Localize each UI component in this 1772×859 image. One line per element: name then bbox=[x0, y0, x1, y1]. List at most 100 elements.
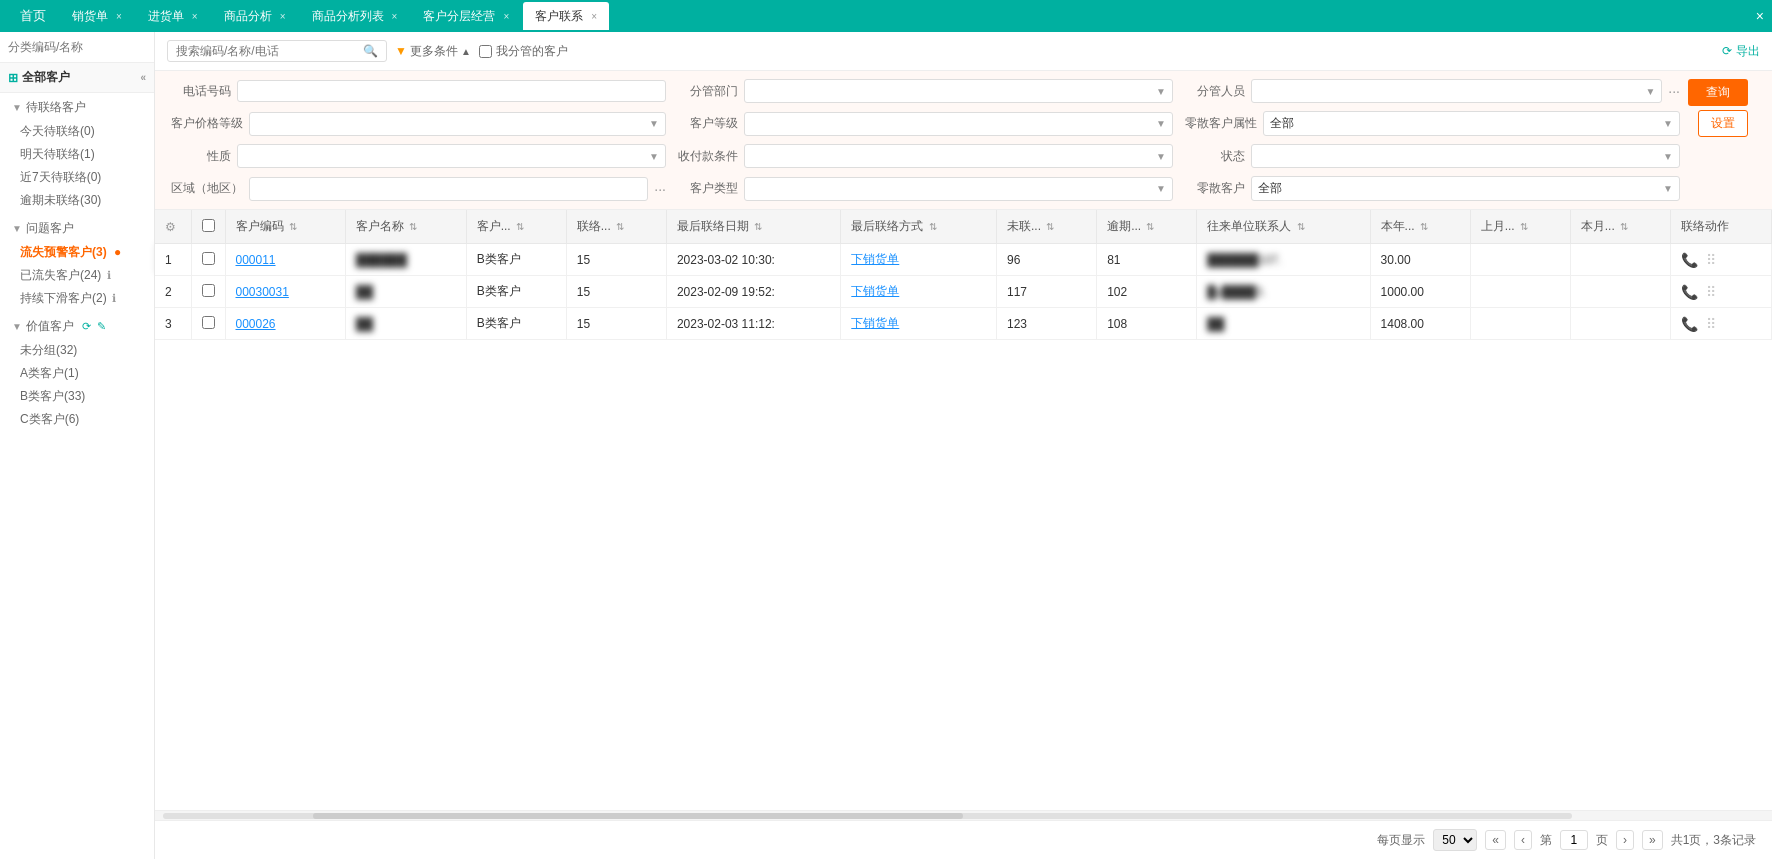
col-settings[interactable]: ⚙ bbox=[155, 210, 191, 244]
dept-select[interactable]: ▼ bbox=[744, 79, 1173, 103]
row3-more-icon[interactable]: ⠿ bbox=[1706, 316, 1716, 332]
value-edit-icon[interactable]: ✎ bbox=[97, 320, 106, 333]
status-select[interactable]: ▼ bbox=[1251, 144, 1680, 168]
sidebar-item-today[interactable]: 今天待联络(0) bbox=[0, 120, 154, 143]
row1-code[interactable]: 000011 bbox=[225, 244, 346, 276]
lost-info-icon: ℹ bbox=[107, 269, 111, 281]
customer-level-select[interactable]: ▼ bbox=[744, 112, 1173, 136]
sidebar-item-c-class[interactable]: C类客户(6) bbox=[0, 408, 154, 431]
current-page-input[interactable] bbox=[1560, 830, 1588, 850]
first-page-btn[interactable]: « bbox=[1485, 830, 1506, 850]
search-input[interactable] bbox=[176, 44, 359, 58]
row3-last-contact-method[interactable]: 下销货单 bbox=[841, 308, 997, 340]
close-all-tabs[interactable]: × bbox=[1756, 8, 1764, 24]
sidebar-group-value-title[interactable]: ▼ 价值客户 ⟳ ✎ bbox=[0, 314, 154, 339]
sidebar-search-input[interactable] bbox=[8, 40, 155, 54]
sidebar-item-ungrouped[interactable]: 未分组(32) bbox=[0, 339, 154, 362]
nav-tab-product-analysis-list[interactable]: 商品分析列表 × bbox=[300, 2, 410, 30]
sidebar-item-lost[interactable]: 已流失客户(24) ℹ bbox=[0, 264, 154, 287]
customer-type-select[interactable]: ▼ bbox=[744, 177, 1173, 201]
sidebar-item-overdue[interactable]: 逾期未联络(30) bbox=[0, 189, 154, 212]
row2-last-contact-method[interactable]: 下销货单 bbox=[841, 276, 997, 308]
select-all-checkbox[interactable] bbox=[202, 219, 215, 232]
per-page-select[interactable]: 50 bbox=[1433, 829, 1477, 851]
payment-select[interactable]: ▼ bbox=[744, 144, 1173, 168]
setting-button[interactable]: 设置 bbox=[1698, 110, 1748, 137]
retail-attr-select[interactable]: 全部 ▼ bbox=[1263, 111, 1680, 136]
phone-input[interactable] bbox=[237, 80, 666, 102]
col-contact-person-header[interactable]: 往来单位联系人 ⇅ bbox=[1197, 210, 1370, 244]
sidebar-item-tomorrow[interactable]: 明天待联络(1) bbox=[0, 143, 154, 166]
manager-more-icon[interactable]: ··· bbox=[1668, 83, 1680, 99]
close-product-analysis-list-tab[interactable]: × bbox=[392, 11, 398, 22]
nav-tab-customer-layer[interactable]: 客户分层经营 × bbox=[411, 2, 521, 30]
close-product-analysis-tab[interactable]: × bbox=[280, 11, 286, 22]
my-customers-checkbox[interactable] bbox=[479, 45, 492, 58]
export-button[interactable]: ⟳ 导出 bbox=[1722, 43, 1760, 60]
price-level-select[interactable]: ▼ bbox=[249, 112, 666, 136]
row3-checkbox[interactable] bbox=[191, 308, 225, 340]
value-refresh-icon[interactable]: ⟳ bbox=[82, 320, 91, 333]
row3-code[interactable]: 000026 bbox=[225, 308, 346, 340]
row2-contact-person: █y████3. bbox=[1197, 276, 1370, 308]
retail-customer-select[interactable]: 全部 ▼ bbox=[1251, 176, 1680, 201]
col-last-contact-method-header[interactable]: 最后联络方式 ⇅ bbox=[841, 210, 997, 244]
col-overdue-header[interactable]: 逾期... ⇅ bbox=[1097, 210, 1197, 244]
row1-more-icon[interactable]: ⠿ bbox=[1706, 252, 1716, 268]
row1-checkbox[interactable] bbox=[191, 244, 225, 276]
sidebar-item-7days[interactable]: 近7天待联络(0) bbox=[0, 166, 154, 189]
row2-code[interactable]: 00030031 bbox=[225, 276, 346, 308]
row2-contact-icon[interactable]: 📞 bbox=[1681, 284, 1698, 300]
scrollbar-thumb[interactable] bbox=[313, 813, 963, 819]
region-more-icon[interactable]: ··· bbox=[654, 181, 666, 197]
nav-tab-customer-contact[interactable]: 客户联系 × bbox=[523, 2, 609, 30]
last-page-btn[interactable]: » bbox=[1642, 830, 1663, 850]
col-uncontacted-header[interactable]: 未联... ⇅ bbox=[997, 210, 1097, 244]
col-type-header[interactable]: 客户... ⇅ bbox=[466, 210, 566, 244]
next-page-btn[interactable]: › bbox=[1616, 830, 1634, 850]
sidebar-all-customers[interactable]: ⊞ 全部客户 « bbox=[0, 63, 154, 93]
search-icon[interactable]: 🔍 bbox=[363, 44, 378, 58]
query-button[interactable]: 查询 bbox=[1688, 79, 1748, 106]
nav-tab-purchase[interactable]: 进货单 × bbox=[136, 2, 210, 30]
row2-more-icon[interactable]: ⠿ bbox=[1706, 284, 1716, 300]
nav-tab-home[interactable]: 首页 bbox=[8, 2, 58, 30]
nav-tab-product-analysis[interactable]: 商品分析 × bbox=[212, 2, 298, 30]
row1-last-contact-method[interactable]: 下销货单 bbox=[841, 244, 997, 276]
sidebar-group-problem-title[interactable]: ▼ 问题客户 bbox=[0, 216, 154, 241]
row3-contact-icon[interactable]: 📞 bbox=[1681, 316, 1698, 332]
row3-select-checkbox[interactable] bbox=[202, 316, 215, 329]
close-customer-contact-tab[interactable]: × bbox=[591, 11, 597, 22]
row1-contact-icon[interactable]: 📞 bbox=[1681, 252, 1698, 268]
sidebar-item-b-class[interactable]: B类客户(33) bbox=[0, 385, 154, 408]
my-customers-filter[interactable]: 我分管的客户 bbox=[479, 43, 568, 60]
close-purchase-tab[interactable]: × bbox=[192, 11, 198, 22]
col-this-month-header[interactable]: 本月... ⇅ bbox=[1570, 210, 1670, 244]
settings-gear-icon[interactable]: ⚙ bbox=[165, 220, 176, 234]
scrollbar-track[interactable] bbox=[163, 813, 1572, 819]
sidebar-group-pending-title[interactable]: ▼ 待联络客户 bbox=[0, 95, 154, 120]
row2-checkbox[interactable] bbox=[191, 276, 225, 308]
region-select[interactable] bbox=[249, 177, 648, 201]
close-sales-tab[interactable]: × bbox=[116, 11, 122, 22]
col-code-header[interactable]: 客户编码 ⇅ bbox=[225, 210, 346, 244]
col-last-month-header[interactable]: 上月... ⇅ bbox=[1470, 210, 1570, 244]
overdue-sort-icon: ⇅ bbox=[1146, 221, 1154, 232]
col-last-contact-date-header[interactable]: 最后联络日期 ⇅ bbox=[666, 210, 840, 244]
horizontal-scrollbar[interactable] bbox=[155, 810, 1772, 820]
nature-select[interactable]: ▼ bbox=[237, 144, 666, 168]
sidebar-item-a-class[interactable]: A类客户(1) bbox=[0, 362, 154, 385]
prev-page-btn[interactable]: ‹ bbox=[1514, 830, 1532, 850]
more-conditions-btn[interactable]: ▼ 更多条件 ▲ bbox=[395, 43, 471, 60]
row1-select-checkbox[interactable] bbox=[202, 252, 215, 265]
close-customer-layer-tab[interactable]: × bbox=[503, 11, 509, 22]
sidebar-item-declining[interactable]: 持续下滑客户(2) ℹ bbox=[0, 287, 154, 310]
nav-tab-sales[interactable]: 销货单 × bbox=[60, 2, 134, 30]
manager-select[interactable]: ▼ bbox=[1251, 79, 1662, 103]
col-this-year-header[interactable]: 本年... ⇅ bbox=[1370, 210, 1470, 244]
col-action-header: 联络动作 bbox=[1670, 210, 1771, 244]
row2-select-checkbox[interactable] bbox=[202, 284, 215, 297]
col-name-header[interactable]: 客户名称 ⇅ bbox=[346, 210, 467, 244]
sidebar-item-churn-warning[interactable]: 流失预警客户(3) ● 90天未交易的客户，可能有流失风险。 bbox=[0, 241, 154, 264]
col-contact-header[interactable]: 联络... ⇅ bbox=[566, 210, 666, 244]
